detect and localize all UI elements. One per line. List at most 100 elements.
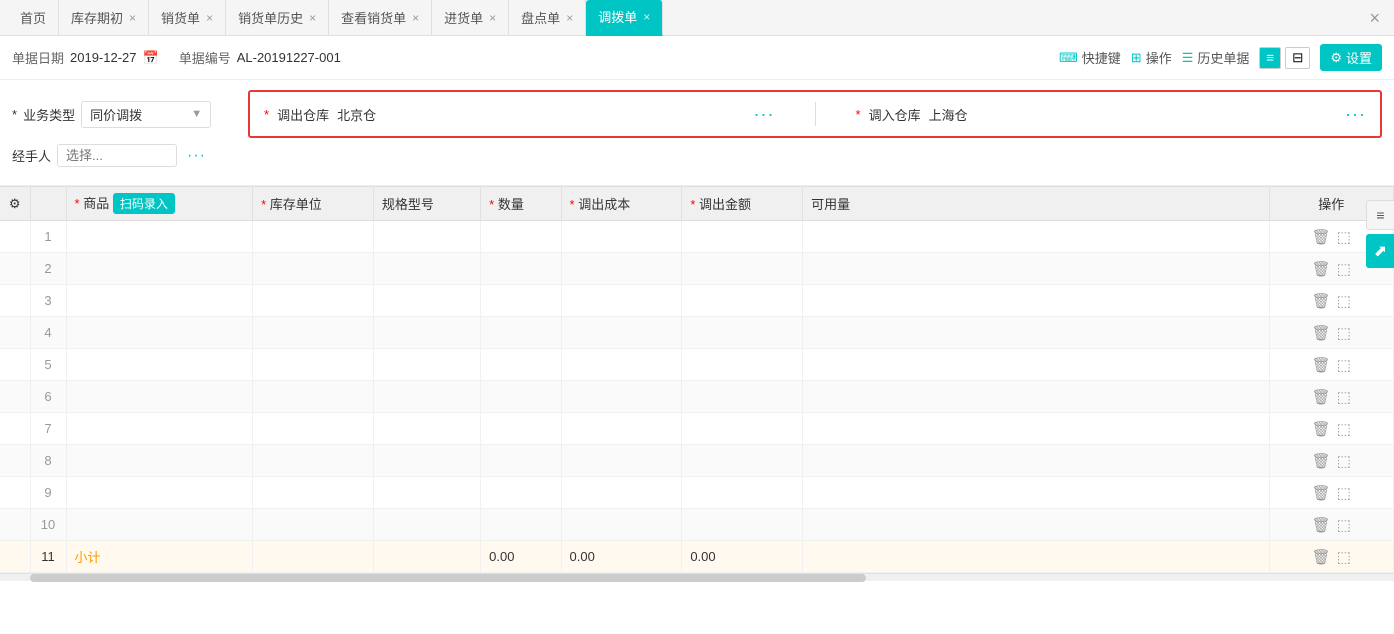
doc-num-label: 单据编号 — [179, 48, 231, 67]
row-op-cell: 🗑 ⬚ — [1269, 285, 1393, 317]
person-more-btn[interactable]: ··· — [187, 147, 206, 165]
row-qty-cell — [481, 477, 561, 509]
delete-icon[interactable]: 🗑 — [1312, 452, 1331, 470]
row-goods-cell[interactable] — [66, 317, 253, 349]
row-qty-cell — [481, 285, 561, 317]
calendar-icon[interactable]: 📅 — [143, 50, 159, 66]
cost-req: * — [570, 197, 575, 212]
quick-key-btn[interactable]: ⌨ 快捷键 — [1059, 48, 1121, 67]
row-goods-cell[interactable] — [66, 509, 253, 541]
row-op-cell: 🗑 ⬚ — [1269, 445, 1393, 477]
biz-type-label: 业务类型 — [23, 105, 75, 124]
right-external-btn[interactable]: ⬈ — [1366, 234, 1394, 268]
row-goods-cell[interactable] — [66, 253, 253, 285]
row-unit-cell — [253, 445, 374, 477]
grid-view-btn[interactable]: ⊟ — [1285, 47, 1310, 69]
copy-icon[interactable]: ⬚ — [1337, 452, 1351, 470]
row-qty-cell — [481, 317, 561, 349]
operation-btn[interactable]: ⊞ 操作 — [1131, 48, 1172, 67]
copy-icon[interactable]: ⬚ — [1337, 356, 1351, 374]
row-cost-cell — [561, 253, 682, 285]
row-num-cell: 4 — [30, 317, 66, 349]
copy-icon[interactable]: ⬚ — [1337, 484, 1351, 502]
gear-header-icon[interactable]: ⚙ — [9, 196, 21, 211]
person-input[interactable] — [57, 144, 177, 167]
copy-icon[interactable]: ⬚ — [1337, 516, 1351, 534]
delete-icon[interactable]: 🗑 — [1312, 484, 1331, 502]
close-icon[interactable]: × — [489, 11, 496, 25]
row-goods-cell[interactable] — [66, 285, 253, 317]
delete-icon[interactable]: 🗑 — [1312, 260, 1331, 278]
delete-icon[interactable]: 🗑 — [1312, 324, 1331, 342]
close-icon[interactable]: × — [643, 10, 650, 24]
copy-icon[interactable]: ⬚ — [1337, 228, 1351, 246]
row-unit-cell — [253, 413, 374, 445]
in-wh-more-btn[interactable]: ··· — [1345, 104, 1366, 125]
row-goods-cell[interactable] — [66, 349, 253, 381]
history-icon: ☰ — [1182, 50, 1194, 66]
right-list-btn[interactable]: ≡ — [1366, 200, 1394, 230]
delete-icon[interactable]: 🗑 — [1312, 516, 1331, 534]
scan-button[interactable]: 扫码录入 — [113, 193, 175, 214]
row-goods-cell[interactable] — [66, 445, 253, 477]
tab-stocktake[interactable]: 盘点单 × — [509, 0, 586, 36]
row-available-cell — [803, 445, 1269, 477]
tab-inventory-init[interactable]: 库存期初 × — [59, 0, 149, 36]
subtotal-label-cell: 小计 — [66, 541, 253, 573]
row-qty-cell — [481, 509, 561, 541]
amount-req: * — [690, 197, 695, 212]
out-wh-more-btn[interactable]: ··· — [754, 104, 775, 125]
row-goods-cell[interactable] — [66, 381, 253, 413]
scrollbar-thumb[interactable] — [30, 574, 866, 582]
row-num-cell: 3 — [30, 285, 66, 317]
th-unit: * 库存单位 — [253, 187, 374, 221]
list-view-btn[interactable]: ≡ — [1259, 47, 1281, 69]
tab-sales-order[interactable]: 销货单 × — [149, 0, 226, 36]
row-num-cell: 7 — [30, 413, 66, 445]
tab-view-sales[interactable]: 查看销货单 × — [329, 0, 432, 36]
tab-sales-history[interactable]: 销货单历史 × — [226, 0, 329, 36]
row-spec-cell — [373, 349, 480, 381]
tab-transfer[interactable]: 调拨单 × — [586, 0, 663, 36]
operation-label: 操作 — [1146, 48, 1172, 67]
biz-type-dropdown[interactable]: 同价调拨 ▼ — [81, 101, 211, 128]
row-amount-cell — [682, 445, 803, 477]
main-table: ⚙ * 商品 扫码录入 * 库存单位 规格型号 * 数量 — [0, 186, 1394, 573]
tab-purchase[interactable]: 进货单 × — [432, 0, 509, 36]
copy-icon[interactable]: ⬚ — [1337, 420, 1351, 438]
close-window-icon[interactable]: × — [1369, 8, 1380, 29]
copy-icon[interactable]: ⬚ — [1337, 388, 1351, 406]
date-field: 单据日期 2019-12-27 📅 — [12, 48, 159, 67]
delete-icon[interactable]: 🗑 — [1312, 356, 1331, 374]
close-icon[interactable]: × — [206, 11, 213, 25]
history-btn[interactable]: ☰ 历史单据 — [1182, 48, 1250, 67]
setting-button[interactable]: ⚙ 设置 — [1320, 44, 1382, 71]
row-gear-cell — [0, 349, 30, 381]
row-available-cell — [803, 381, 1269, 413]
cost-label: 调出成本 — [578, 197, 630, 212]
copy-icon[interactable]: ⬚ — [1337, 324, 1351, 342]
row-num-cell: 9 — [30, 477, 66, 509]
row-spec-cell — [373, 477, 480, 509]
delete-icon[interactable]: 🗑 — [1312, 292, 1331, 310]
tab-home[interactable]: 首页 — [8, 0, 59, 36]
close-icon[interactable]: × — [412, 11, 419, 25]
row-goods-cell[interactable] — [66, 221, 253, 253]
close-icon[interactable]: × — [566, 11, 573, 25]
row-num-cell: 2 — [30, 253, 66, 285]
delete-icon[interactable]: 🗑 — [1312, 548, 1331, 566]
copy-icon[interactable]: ⬚ — [1337, 548, 1351, 566]
delete-icon[interactable]: 🗑 — [1312, 420, 1331, 438]
copy-icon[interactable]: ⬚ — [1337, 292, 1351, 310]
in-warehouse-field: * 调入仓库 上海仓 ··· — [856, 104, 1367, 125]
close-icon[interactable]: × — [129, 11, 136, 25]
copy-icon[interactable]: ⬚ — [1337, 260, 1351, 278]
delete-icon[interactable]: 🗑 — [1312, 228, 1331, 246]
scrollbar-area[interactable] — [0, 573, 1394, 581]
close-icon[interactable]: × — [309, 11, 316, 25]
delete-icon[interactable]: 🗑 — [1312, 388, 1331, 406]
row-goods-cell[interactable] — [66, 477, 253, 509]
row-goods-cell[interactable] — [66, 413, 253, 445]
row-op-cell: 🗑 ⬚ — [1269, 381, 1393, 413]
out-warehouse-field: * 调出仓库 北京仓 ··· — [264, 104, 775, 125]
